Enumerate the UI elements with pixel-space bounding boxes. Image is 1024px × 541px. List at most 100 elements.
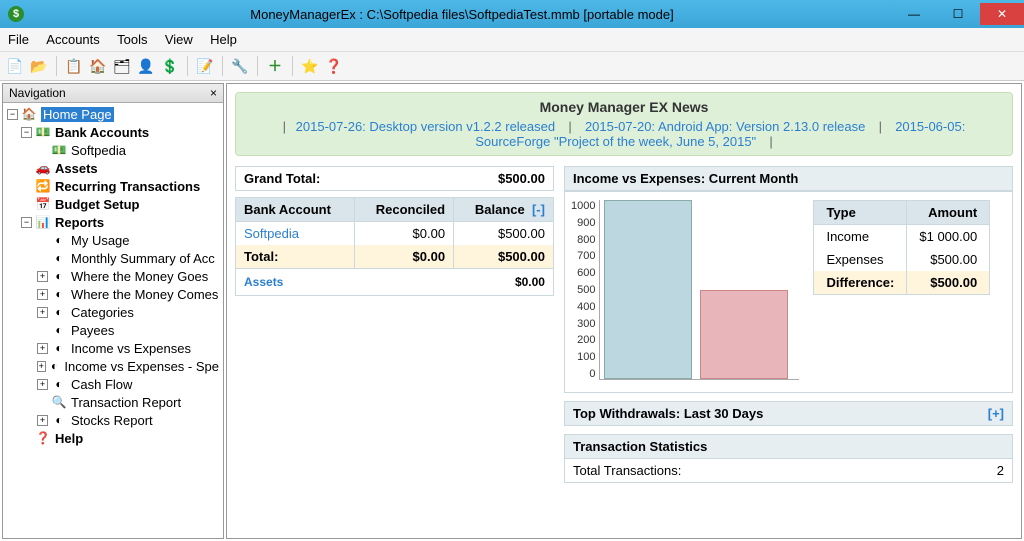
tree-item-stocks-report[interactable]: +◐Stocks Report	[5, 411, 221, 429]
tree-item-transaction-report[interactable]: 🔍Transaction Report	[5, 393, 221, 411]
y-tick: 900	[577, 217, 595, 229]
expander-icon[interactable]: −	[21, 127, 32, 138]
expander-icon[interactable]: −	[7, 109, 18, 120]
tree-label: Recurring Transactions	[55, 179, 200, 194]
expander-icon[interactable]: +	[37, 289, 48, 300]
table-row-difference: Difference: $500.00	[814, 271, 990, 295]
expander-icon[interactable]: +	[37, 307, 48, 318]
tree-item-payees[interactable]: ◐Payees	[5, 321, 221, 339]
menu-tools[interactable]: Tools	[117, 32, 147, 47]
withdrawals-title: Top Withdrawals: Last 30 Days	[573, 406, 763, 421]
expander-icon[interactable]: +	[37, 415, 48, 426]
expander-icon[interactable]: +	[37, 343, 48, 354]
app-icon: $	[8, 6, 24, 22]
expander-icon[interactable]: +	[37, 271, 48, 282]
account-icon[interactable]: 📋	[63, 55, 85, 77]
minimize-button[interactable]: —	[892, 3, 936, 25]
income-expenses-header: Income vs Expenses: Current Month	[564, 166, 1013, 191]
help-icon[interactable]: ❓	[323, 55, 345, 77]
menu-file[interactable]: File	[8, 32, 29, 47]
expander-icon	[21, 163, 32, 174]
tree-item-budget-setup[interactable]: 📅Budget Setup	[5, 195, 221, 213]
news-link-1[interactable]: 2015-07-26: Desktop version v1.2.2 relea…	[296, 119, 555, 134]
tree-icon: 🔁	[35, 178, 51, 194]
row-expenses-amount: $500.00	[907, 248, 990, 271]
withdrawals-toggle[interactable]: [+]	[988, 406, 1004, 421]
stats-row: Total Transactions: 2	[564, 459, 1013, 483]
close-button[interactable]: ✕	[980, 3, 1024, 25]
tree-label: Cash Flow	[71, 377, 132, 392]
tree-item-recurring-transactions[interactable]: 🔁 Recurring Transactions	[5, 177, 221, 195]
expander-icon	[37, 325, 48, 336]
tree-label: Transaction Report	[71, 395, 181, 410]
balance-toggle[interactable]: [-]	[532, 202, 545, 217]
tree-item-where-the-money-goes[interactable]: +◐ Where the Money Goes	[5, 267, 221, 285]
tree-item-softpedia[interactable]: 💵Softpedia	[5, 141, 221, 159]
tree-item-income-vs-expenses-spe[interactable]: +◐Income vs Expenses - Spe	[5, 357, 221, 375]
tree-icon: 💵	[51, 142, 67, 158]
news-panel: Money Manager EX News | 2015-07-26: Desk…	[235, 92, 1013, 156]
income-expenses-chart: 10009008007006005004003002001000	[571, 200, 799, 380]
categories-icon[interactable]: 🗂	[111, 55, 133, 77]
menu-help[interactable]: Help	[210, 32, 237, 47]
content-area[interactable]: Money Manager EX News | 2015-07-26: Desk…	[226, 83, 1022, 539]
tree-item-cash-flow[interactable]: +◐ Cash Flow	[5, 375, 221, 393]
options-icon[interactable]: 🔧	[229, 55, 251, 77]
col-reconciled: Reconciled	[355, 198, 454, 222]
tree-icon: ◐	[51, 268, 67, 284]
account-link-softpedia[interactable]: Softpedia	[244, 226, 299, 241]
grand-total-value: $500.00	[498, 171, 545, 186]
account-balance: $500.00	[454, 222, 554, 246]
grand-total-row: Grand Total: $500.00	[235, 166, 554, 191]
tree-label: My Usage	[71, 233, 130, 248]
news-links: | 2015-07-26: Desktop version v1.2.2 rel…	[246, 119, 1002, 149]
tree-item-my-usage[interactable]: ◐My Usage	[5, 231, 221, 249]
tree-icon: ◐	[51, 376, 67, 392]
tree-item-reports[interactable]: −📊Reports	[5, 213, 221, 231]
tree-item-assets[interactable]: 🚗Assets	[5, 159, 221, 177]
tree-item-bank-accounts[interactable]: −💵Bank Accounts	[5, 123, 221, 141]
menu-view[interactable]: View	[165, 32, 193, 47]
tree-label: Help	[55, 431, 83, 446]
tree-item-categories[interactable]: +◐Categories	[5, 303, 221, 321]
home-icon[interactable]: 🏠	[87, 55, 109, 77]
navigation-title: Navigation	[9, 86, 66, 100]
separator	[56, 56, 57, 76]
tree-label: Categories	[71, 305, 134, 320]
expander-icon[interactable]: +	[37, 379, 48, 390]
tree-label: Income vs Expenses	[71, 341, 191, 356]
menu-accounts[interactable]: Accounts	[46, 32, 99, 47]
tree-label: Where the Money Goes	[71, 269, 208, 284]
currency-icon[interactable]: 💲	[159, 55, 181, 77]
expander-icon[interactable]: −	[21, 217, 32, 228]
maximize-button[interactable]: ☐	[936, 3, 980, 25]
assets-link[interactable]: Assets	[244, 275, 283, 289]
panel-close-icon[interactable]: ×	[210, 86, 217, 100]
y-tick: 400	[577, 301, 595, 313]
total-balance: $500.00	[454, 245, 554, 269]
tree-item-home-page[interactable]: −🏠Home Page	[5, 105, 221, 123]
tree-item-help[interactable]: ❓Help	[5, 429, 221, 447]
star-icon[interactable]: ⭐	[299, 55, 321, 77]
payees-icon[interactable]: 👤	[135, 55, 157, 77]
stats-value: 2	[997, 463, 1004, 478]
accounts-table: Bank Account Reconciled Balance [-] Soft…	[235, 197, 554, 269]
y-tick: 1000	[571, 200, 595, 212]
open-icon[interactable]: 📂	[28, 55, 50, 77]
total-reconciled: $0.00	[355, 245, 454, 269]
filter-icon[interactable]: 📝	[194, 55, 216, 77]
expander-icon[interactable]: +	[37, 361, 46, 372]
new-icon[interactable]: 📄	[4, 55, 26, 77]
chart-title: Income vs Expenses: Current Month	[573, 171, 798, 186]
news-link-2[interactable]: 2015-07-20: Android App: Version 2.13.0 …	[585, 119, 865, 134]
y-tick: 200	[577, 334, 595, 346]
tree-item-where-the-money-comes[interactable]: +◐Where the Money Comes	[5, 285, 221, 303]
tree-item-monthly-summary-of-acc[interactable]: ◐Monthly Summary of Acc	[5, 249, 221, 267]
tree-label: Budget Setup	[55, 197, 140, 212]
tree-label: Assets	[55, 161, 98, 176]
row-income-amount: $1 000.00	[907, 225, 990, 249]
row-income-type: Income	[814, 225, 907, 249]
expander-icon	[21, 199, 32, 210]
tree-item-income-vs-expenses[interactable]: +◐Income vs Expenses	[5, 339, 221, 357]
add-icon[interactable]: ＋	[264, 55, 286, 77]
